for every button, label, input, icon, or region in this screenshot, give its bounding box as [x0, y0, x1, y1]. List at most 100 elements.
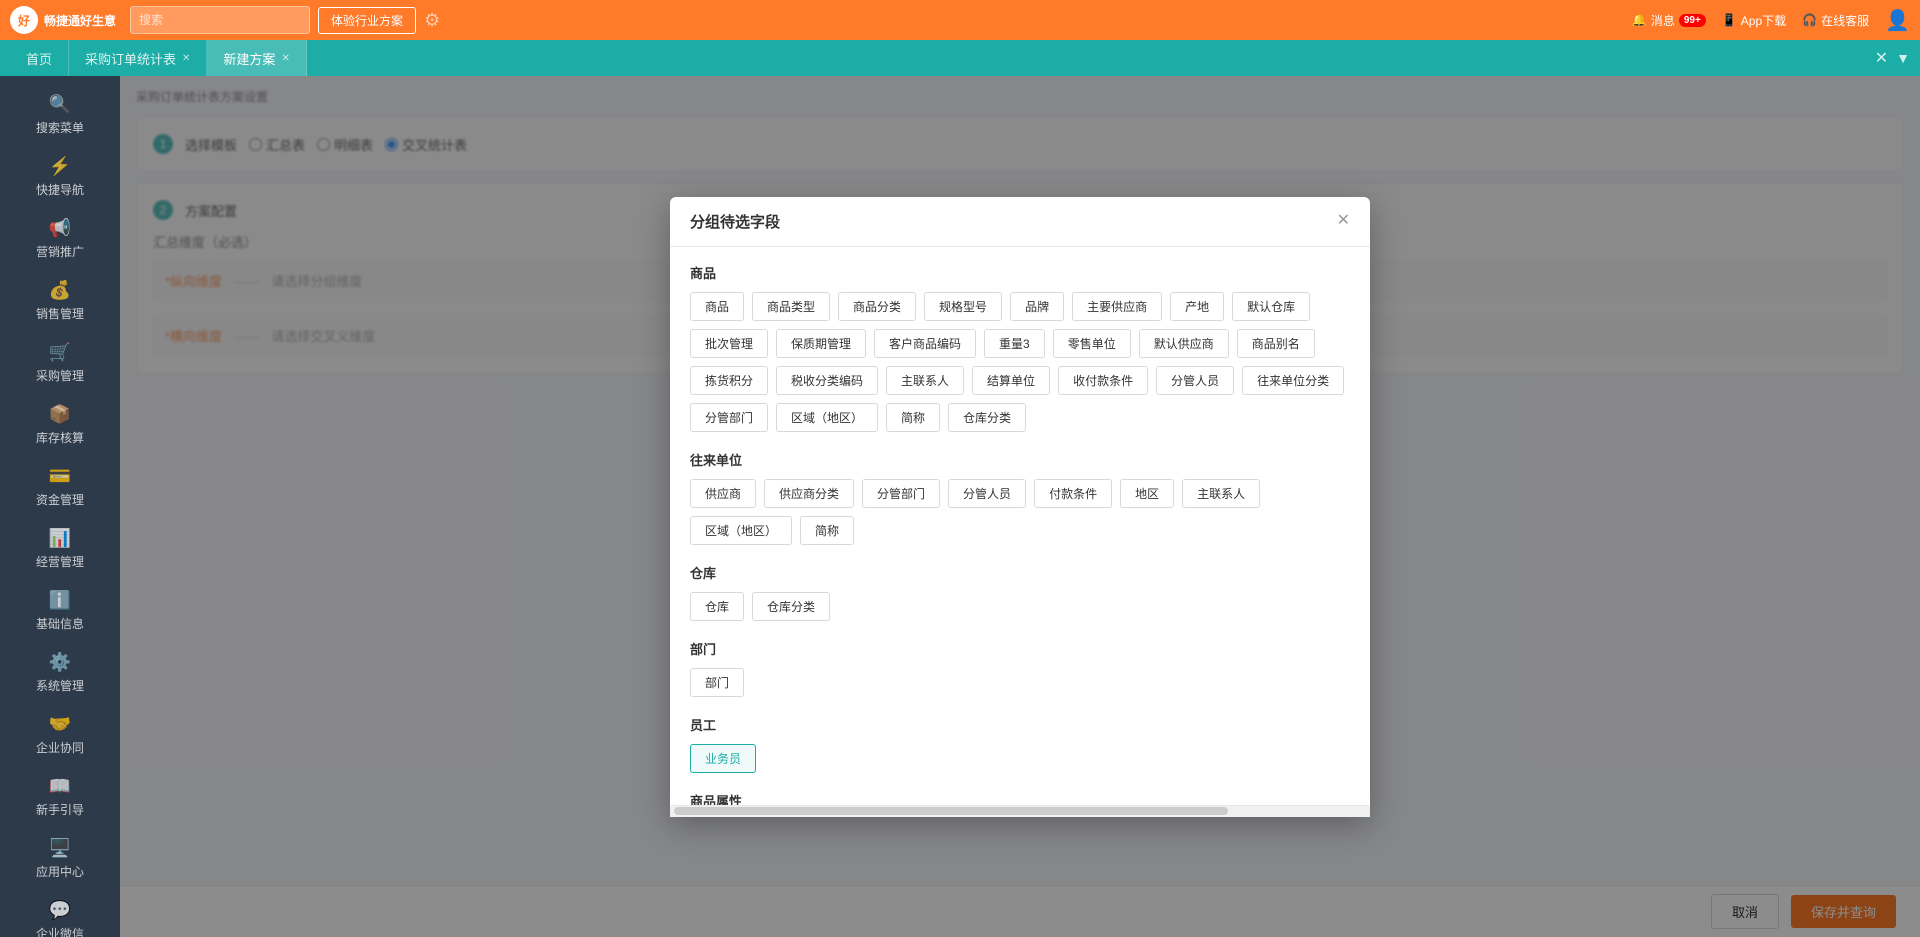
field-select-modal: 分组待选字段 ✕ 商品商品商品类型商品分类规格型号品牌主要供应商产地默认仓库批次…: [670, 197, 1370, 817]
sidebar-label-12: 应用中心: [36, 863, 84, 880]
modal-close-btn[interactable]: ✕: [1337, 213, 1350, 229]
tab-new-plan[interactable]: 新建方案 ✕: [207, 40, 306, 76]
sidebar-item-10[interactable]: 🤝 企业协同: [36, 704, 84, 766]
settings-icon[interactable]: ⚙: [424, 10, 440, 31]
sidebar-item-7[interactable]: 📊 经营管理: [36, 518, 84, 580]
sidebar-icon-5: 📦: [49, 404, 71, 425]
field-tag-1-5[interactable]: 地区: [1120, 479, 1174, 508]
sidebar-item-9[interactable]: ⚙️ 系统管理: [36, 642, 84, 704]
close-tab-new-plan[interactable]: ✕: [281, 53, 289, 64]
field-tag-0-19[interactable]: 收付款条件: [1058, 366, 1148, 395]
modal-hscroll: [670, 805, 1370, 817]
logo-text: 畅捷通好生意: [44, 12, 116, 29]
tab-purchase-order[interactable]: 采购订单统计表 ✕: [69, 40, 207, 76]
sidebar-item-2[interactable]: 📢 营销推广: [36, 208, 84, 270]
sidebar-label-6: 资金管理: [36, 491, 84, 508]
field-tag-0-10[interactable]: 客户商品编码: [874, 329, 976, 358]
field-tag-1-4[interactable]: 付款条件: [1034, 479, 1112, 508]
sidebar-item-12[interactable]: 🖥️ 应用中心: [36, 828, 84, 890]
bell-icon: 🔔: [1632, 13, 1647, 27]
field-section-1: 往来单位供应商供应商分类分管部门分管人员付款条件地区主联系人区域（地区）简称: [690, 450, 1350, 545]
tabs-menu-icon[interactable]: ▼: [1896, 50, 1910, 66]
field-tag-0-15[interactable]: 拣货积分: [690, 366, 768, 395]
sidebar-item-3[interactable]: 💰 销售管理: [36, 270, 84, 332]
field-tag-0-13[interactable]: 默认供应商: [1139, 329, 1229, 358]
section-title-0: 商品: [690, 263, 1350, 282]
field-section-5: 商品属性属性颜色多规格尺码鞋码1: [690, 791, 1350, 805]
notifications-label: 消息: [1651, 12, 1675, 29]
field-tag-0-20[interactable]: 分管人员: [1156, 366, 1234, 395]
field-tag-0-22[interactable]: 分管部门: [690, 403, 768, 432]
field-tag-1-0[interactable]: 供应商: [690, 479, 756, 508]
close-tab-purchase[interactable]: ✕: [182, 53, 190, 64]
mobile-icon: 📱: [1722, 13, 1737, 27]
field-tag-0-12[interactable]: 零售单位: [1053, 329, 1131, 358]
field-tag-0-5[interactable]: 主要供应商: [1072, 292, 1162, 321]
field-tag-0-3[interactable]: 规格型号: [924, 292, 1002, 321]
field-tag-2-0[interactable]: 仓库: [690, 592, 744, 621]
field-tag-0-17[interactable]: 主联系人: [886, 366, 964, 395]
field-tag-0-23[interactable]: 区域（地区）: [776, 403, 878, 432]
field-tag-0-8[interactable]: 批次管理: [690, 329, 768, 358]
field-tag-3-0[interactable]: 部门: [690, 668, 744, 697]
sidebar-item-1[interactable]: ⚡ 快捷导航: [36, 146, 84, 208]
sidebar-item-5[interactable]: 📦 库存核算: [36, 394, 84, 456]
trial-btn[interactable]: 体验行业方案: [318, 7, 416, 34]
sidebar-label-7: 经营管理: [36, 553, 84, 570]
app-download-item[interactable]: 📱 App下载: [1722, 12, 1786, 29]
field-tag-0-18[interactable]: 结算单位: [972, 366, 1050, 395]
field-tag-1-1[interactable]: 供应商分类: [764, 479, 854, 508]
sidebar-icon-1: ⚡: [49, 156, 71, 177]
field-tags-0: 商品商品类型商品分类规格型号品牌主要供应商产地默认仓库批次管理保质期管理客户商品…: [690, 292, 1350, 432]
field-tag-1-3[interactable]: 分管人员: [948, 479, 1026, 508]
field-tag-1-8[interactable]: 简称: [800, 516, 854, 545]
online-service-label: 在线客服: [1821, 12, 1869, 29]
sidebar: 🔍 搜索菜单 ⚡ 快捷导航 📢 营销推广 💰 销售管理 🛒 采购管理 📦 库存核…: [0, 76, 120, 937]
field-tag-0-0[interactable]: 商品: [690, 292, 744, 321]
sidebar-item-13[interactable]: 💬 企业微信: [36, 890, 84, 937]
field-tag-1-7[interactable]: 区域（地区）: [690, 516, 792, 545]
field-tag-0-11[interactable]: 重量3: [984, 329, 1045, 358]
field-tag-0-1[interactable]: 商品类型: [752, 292, 830, 321]
sidebar-label-10: 企业协同: [36, 739, 84, 756]
user-avatar[interactable]: 👤: [1885, 8, 1910, 33]
sidebar-item-4[interactable]: 🛒 采购管理: [36, 332, 84, 394]
field-tag-0-14[interactable]: 商品别名: [1237, 329, 1315, 358]
field-tag-0-7[interactable]: 默认仓库: [1232, 292, 1310, 321]
sidebar-icon-7: 📊: [49, 528, 71, 549]
close-all-tabs-icon[interactable]: ✕: [1875, 48, 1888, 68]
sidebar-icon-4: 🛒: [49, 342, 71, 363]
headset-icon: 🎧: [1802, 13, 1817, 27]
section-title-3: 部门: [690, 639, 1350, 658]
sidebar-item-11[interactable]: 📖 新手引导: [36, 766, 84, 828]
field-tag-4-0[interactable]: 业务员: [690, 744, 756, 773]
online-service-item[interactable]: 🎧 在线客服: [1802, 12, 1869, 29]
field-tag-0-9[interactable]: 保质期管理: [776, 329, 866, 358]
sidebar-item-6[interactable]: 💳 资金管理: [36, 456, 84, 518]
sidebar-item-8[interactable]: ℹ️ 基础信息: [36, 580, 84, 642]
field-section-2: 仓库仓库仓库分类: [690, 563, 1350, 621]
field-tag-0-16[interactable]: 税收分类编码: [776, 366, 878, 395]
field-tag-2-1[interactable]: 仓库分类: [752, 592, 830, 621]
field-tag-0-4[interactable]: 品牌: [1010, 292, 1064, 321]
notifications-item[interactable]: 🔔 消息 99+: [1632, 12, 1706, 29]
field-section-4: 员工业务员: [690, 715, 1350, 773]
field-tag-0-24[interactable]: 简称: [886, 403, 940, 432]
tab-home[interactable]: 首页: [10, 40, 69, 76]
field-tag-0-21[interactable]: 往来单位分类: [1242, 366, 1344, 395]
sidebar-icon-11: 📖: [49, 776, 71, 797]
sidebar-label-2: 营销推广: [36, 243, 84, 260]
sidebar-icon-0: 🔍: [49, 94, 71, 115]
top-search-input[interactable]: [130, 6, 310, 34]
sidebar-icon-13: 💬: [49, 900, 71, 921]
field-tag-1-6[interactable]: 主联系人: [1182, 479, 1260, 508]
sidebar-item-0[interactable]: 🔍 搜索菜单: [36, 84, 84, 146]
search-area: 体验行业方案 ⚙: [130, 6, 1632, 34]
sidebar-icon-8: ℹ️: [49, 590, 71, 611]
modal-overlay: 分组待选字段 ✕ 商品商品商品类型商品分类规格型号品牌主要供应商产地默认仓库批次…: [120, 76, 1920, 937]
field-tag-0-6[interactable]: 产地: [1170, 292, 1224, 321]
modal-body[interactable]: 商品商品商品类型商品分类规格型号品牌主要供应商产地默认仓库批次管理保质期管理客户…: [670, 247, 1370, 805]
field-tag-0-2[interactable]: 商品分类: [838, 292, 916, 321]
field-tag-1-2[interactable]: 分管部门: [862, 479, 940, 508]
field-tag-0-25[interactable]: 仓库分类: [948, 403, 1026, 432]
